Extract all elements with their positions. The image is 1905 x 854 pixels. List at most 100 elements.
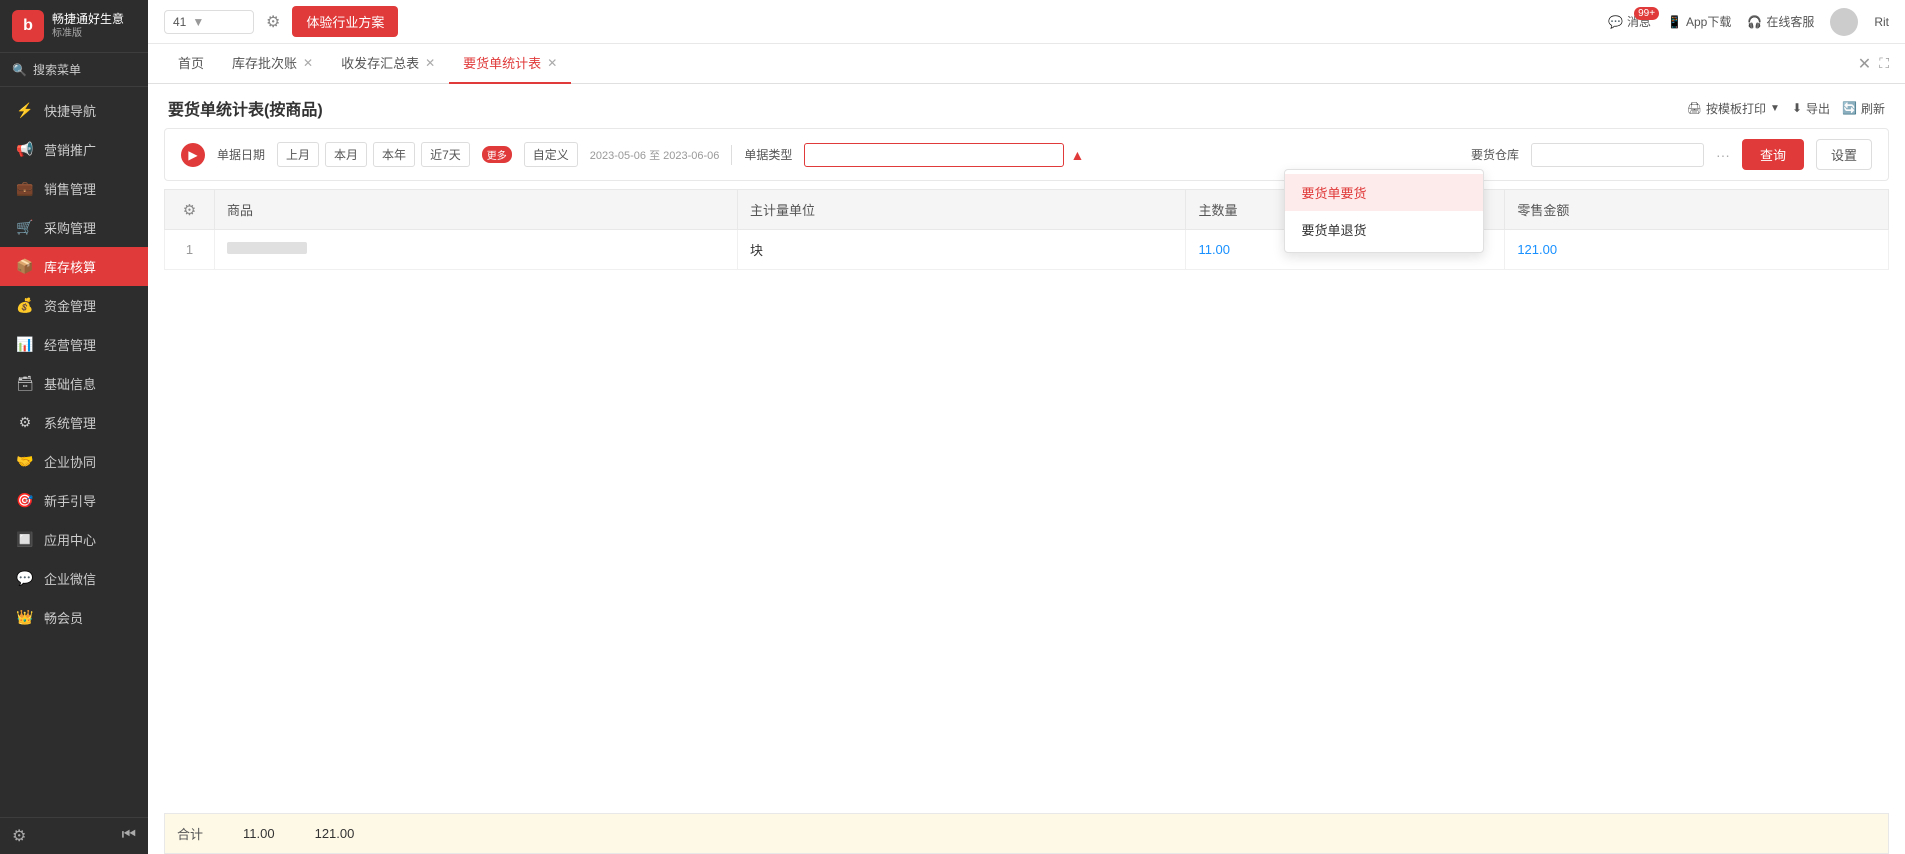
- tab-yaohuo-tongji[interactable]: 要货单统计表 ✕: [449, 44, 571, 84]
- nav-label-kuaijie: 快捷导航: [44, 101, 96, 120]
- refresh-btn[interactable]: 🔄 刷新: [1842, 100, 1885, 117]
- topbar: 41 ▼ ⚙ 体验行业方案 💬 消息 99+ 📱 App下载 🎧 在线客服 Ri…: [148, 0, 1905, 44]
- export-icon: ⬇: [1792, 101, 1802, 115]
- tab-close-shoufasong[interactable]: ✕: [425, 57, 435, 69]
- tab-kucun-pizhang[interactable]: 库存批次账✕: [218, 44, 327, 84]
- username-label: Rit: [1874, 15, 1889, 29]
- sidebar-item-kuaijie[interactable]: ⚡快捷导航: [0, 91, 148, 130]
- date-btn-本月[interactable]: 本月: [325, 142, 367, 167]
- date-btn-近7天[interactable]: 近7天: [421, 142, 470, 167]
- nav-icon-yingyong: 🔲: [14, 531, 36, 548]
- print-label: 按模板打印: [1706, 100, 1766, 117]
- tab-close-kucun-pizhang[interactable]: ✕: [303, 57, 313, 69]
- export-btn[interactable]: ⬇ 导出: [1792, 100, 1830, 117]
- sidebar-item-weixin[interactable]: 💬企业微信: [0, 559, 148, 598]
- date-label: 单据日期: [217, 146, 265, 163]
- nav-label-zijin: 资金管理: [44, 296, 96, 315]
- tab-label-yaohuo-tongji: 要货单统计表: [463, 53, 541, 72]
- date-btn-上月[interactable]: 上月: [277, 142, 319, 167]
- settings-icon[interactable]: ⚙: [183, 202, 196, 219]
- nav-icon-yingxiao: 📢: [14, 141, 36, 158]
- service-btn[interactable]: 🎧 在线客服: [1747, 13, 1814, 30]
- sidebar-search[interactable]: 🔍 搜索菜单: [0, 53, 148, 87]
- query-btn[interactable]: 查询: [1742, 139, 1804, 170]
- print-btn[interactable]: 🖨 按模板打印 ▼: [1687, 100, 1780, 117]
- trial-btn[interactable]: 体验行业方案: [292, 6, 398, 37]
- tab-label-home: 首页: [178, 53, 204, 72]
- sidebar-item-jingying[interactable]: 📊经营管理: [0, 325, 148, 364]
- messages-btn[interactable]: 💬 消息 99+: [1608, 13, 1651, 30]
- settings-icon[interactable]: ⚙: [12, 826, 26, 846]
- brand-sub: 标准版: [52, 27, 124, 40]
- type-label: 单据类型: [744, 146, 792, 163]
- row-index: 1: [165, 230, 215, 270]
- search-icon: 🔍: [12, 63, 27, 77]
- warehouse-more-icon[interactable]: ···: [1716, 147, 1730, 163]
- avatar: [1830, 8, 1858, 36]
- topbar-select[interactable]: 41 ▼: [164, 10, 254, 34]
- chevron-up-icon[interactable]: ▲: [1070, 147, 1084, 163]
- topbar-gear-icon[interactable]: ⚙: [266, 12, 280, 32]
- sidebar-item-zijin[interactable]: 💰资金管理: [0, 286, 148, 325]
- nav-label-caigou: 采购管理: [44, 218, 96, 237]
- sidebar-item-xiaoshou[interactable]: 💼销售管理: [0, 169, 148, 208]
- topbar-select-text: 41: [173, 15, 186, 29]
- warehouse-input[interactable]: [1531, 143, 1704, 167]
- print-chevron-icon: ▼: [1770, 103, 1780, 114]
- nav-label-kucun: 库存核算: [44, 257, 96, 276]
- table-body: 1 块 11.00 121.00: [165, 230, 1889, 270]
- nav-label-yingyong: 应用中心: [44, 530, 96, 549]
- sidebar-item-xinshou[interactable]: 🎯新手引导: [0, 481, 148, 520]
- nav-label-xitong: 系统管理: [44, 413, 96, 432]
- table-col-零售金额: 零售金额: [1505, 190, 1889, 230]
- nav-label-jingying: 经营管理: [44, 335, 96, 354]
- dropdown-item-yaohuo-order[interactable]: 要货单要货: [1285, 174, 1483, 211]
- filter-expand-btn[interactable]: ▶: [181, 143, 205, 167]
- sidebar-item-xitong[interactable]: ⚙ 系统管理: [0, 403, 148, 442]
- filter-row: ▶ 单据日期 上月本月本年近7天 更多 自定义 2023-05-06 至 202…: [164, 128, 1889, 181]
- tab-shoufasong[interactable]: 收发存汇总表✕: [327, 44, 449, 84]
- brand-name: 畅捷通好生意: [52, 12, 124, 28]
- date-btn-本年[interactable]: 本年: [373, 142, 415, 167]
- page-header-actions: 🖨 按模板打印 ▼ ⬇ 导出 🔄 刷新: [1687, 100, 1885, 117]
- nav-icon-qiye: 🤝: [14, 453, 36, 470]
- date-filter-group: 上月本月本年近7天: [277, 142, 470, 167]
- table-col-settings: ⚙: [165, 190, 215, 230]
- tab-close-yaohuo-tongji[interactable]: ✕: [547, 57, 557, 69]
- data-table: ⚙商品主计量单位主数量零售金额 1 块 11.00 121.00: [164, 189, 1889, 270]
- sidebar-item-yingyong[interactable]: 🔲 应用中心: [0, 520, 148, 559]
- row-product: [215, 230, 738, 270]
- sidebar-nav: ⚡快捷导航📢营销推广💼销售管理🛒采购管理 📦 库存核算 💰资金管理📊经营管理🗃基础信息…: [0, 87, 148, 817]
- row-unit: 块: [738, 230, 1186, 270]
- more-badge[interactable]: 更多: [482, 146, 512, 163]
- nav-icon-kucun: 📦: [14, 258, 36, 275]
- footer-label: 合计: [177, 824, 203, 843]
- sidebar-item-huiyuan[interactable]: 👑畅会员: [0, 598, 148, 637]
- row-amount: 121.00: [1505, 230, 1889, 270]
- custom-date-btn[interactable]: 自定义: [524, 142, 578, 167]
- page-content: 要货单统计表(按商品) 🖨 按模板打印 ▼ ⬇ 导出 🔄 刷新 ▶: [148, 84, 1905, 854]
- collapse-icon[interactable]: ⏮: [122, 826, 136, 846]
- sidebar-item-yingxiao[interactable]: 📢营销推广: [0, 130, 148, 169]
- type-input[interactable]: [804, 143, 1064, 167]
- nav-icon-xitong: ⚙: [14, 414, 36, 431]
- nav-icon-xinshou: 🎯: [14, 492, 36, 509]
- type-dropdown: 要货单要货要货单退货: [1284, 169, 1484, 253]
- footer-amount: 121.00: [315, 826, 355, 841]
- dropdown-item-yaohuo-return[interactable]: 要货单退货: [1285, 211, 1483, 248]
- refresh-label: 刷新: [1861, 100, 1885, 117]
- app-download-btn[interactable]: 📱 App下载: [1667, 13, 1731, 30]
- setting-btn[interactable]: 设置: [1816, 139, 1872, 170]
- nav-label-qiye: 企业协同: [44, 452, 96, 471]
- sidebar-item-caigou[interactable]: 🛒采购管理: [0, 208, 148, 247]
- expand-tabs-icon[interactable]: ⛶: [1879, 55, 1889, 72]
- app-download-label: App下载: [1686, 13, 1731, 30]
- tab-home[interactable]: 首页: [164, 44, 218, 84]
- table-header: ⚙商品主计量单位主数量零售金额: [165, 190, 1889, 230]
- tabbar: 首页库存批次账✕收发存汇总表✕ 要货单统计表 ✕ ✕ ⛶: [148, 44, 1905, 84]
- sidebar: b 畅捷通好生意 标准版 🔍 搜索菜单 ⚡快捷导航📢营销推广💼销售管理🛒采购管理…: [0, 0, 148, 854]
- close-all-tabs-icon[interactable]: ✕: [1858, 54, 1871, 74]
- sidebar-item-jichu[interactable]: 🗃基础信息: [0, 364, 148, 403]
- sidebar-item-kucun[interactable]: 📦 库存核算: [0, 247, 148, 286]
- sidebar-item-qiye[interactable]: 🤝 企业协同: [0, 442, 148, 481]
